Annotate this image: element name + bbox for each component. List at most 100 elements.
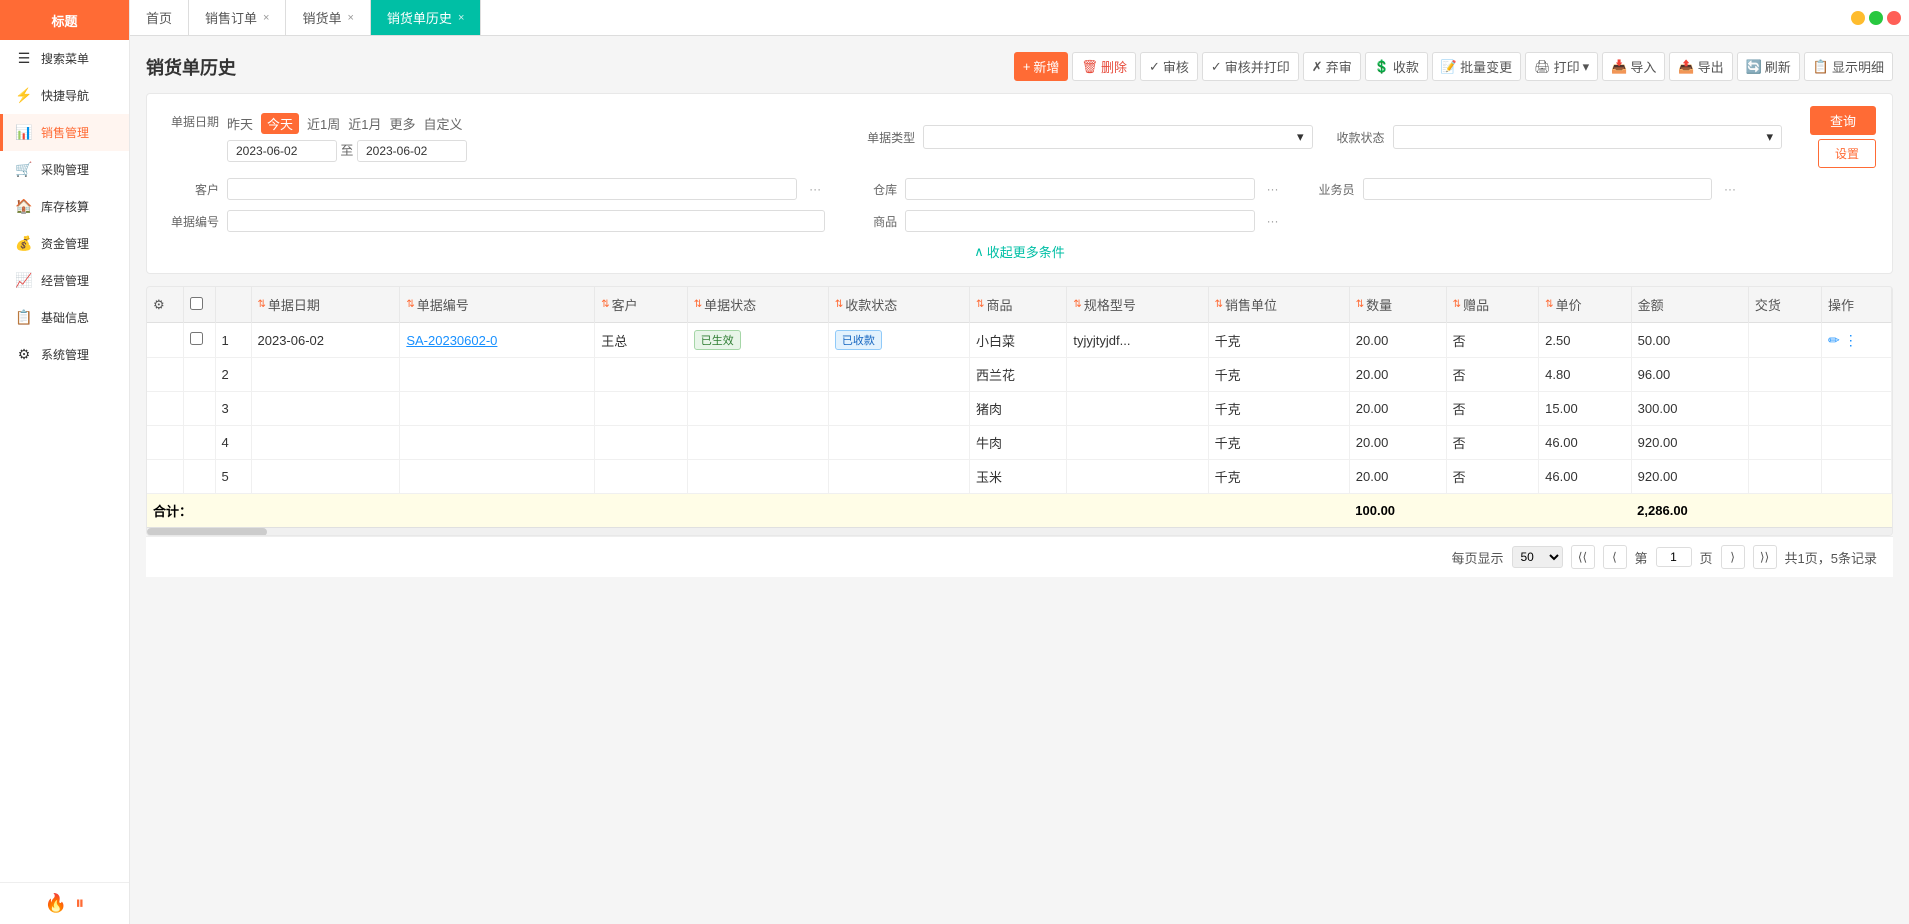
horizontal-scrollbar[interactable] <box>147 527 1892 535</box>
doc-no-input[interactable] <box>227 210 825 232</box>
sidebar-pause-btn[interactable]: ⏸ <box>75 893 84 914</box>
th-payment-status[interactable]: ⇅ 收款状态 <box>828 287 969 323</box>
shortcut-last1month[interactable]: 近1月 <box>348 114 381 133</box>
shortcut-today[interactable]: 今天 <box>261 113 299 134</box>
first-page-btn[interactable]: ⟨⟨ <box>1571 545 1595 569</box>
audit-print-button[interactable]: ✓ 审核并打印 <box>1202 52 1299 81</box>
th-unit-price[interactable]: ⇅ 单价 <box>1539 287 1632 323</box>
th-customer[interactable]: ⇅ 客户 <box>595 287 688 323</box>
per-page-select[interactable]: 50 100 200 <box>1512 546 1563 568</box>
last-page-btn[interactable]: ⟩⟩ <box>1753 545 1777 569</box>
cell-transaction <box>1748 323 1821 358</box>
sidebar-item-inventory[interactable]: 🏠 库存核算 <box>0 188 129 225</box>
sidebar-item-operations[interactable]: 📈 经营管理 <box>0 262 129 299</box>
th-product[interactable]: ⇅ 商品 <box>970 287 1067 323</box>
doc-type-select[interactable]: ▾ <box>923 125 1312 149</box>
tab-sales-delivery-close[interactable]: × <box>347 12 353 24</box>
cell-unit: 千克 <box>1208 460 1349 494</box>
tab-sales-delivery[interactable]: 销货单 × <box>286 0 370 35</box>
sidebar-item-purchase-mgmt[interactable]: 🛒 采购管理 <box>0 151 129 188</box>
product-filter-input[interactable] <box>905 210 1254 232</box>
abandon-button[interactable]: ✗ 弃审 <box>1303 52 1361 81</box>
audit-button[interactable]: ✓ 审核 <box>1140 52 1198 81</box>
collect-button[interactable]: 💲 收款 <box>1365 52 1428 81</box>
shortcut-custom[interactable]: 自定义 <box>424 114 463 133</box>
window-minimize-btn[interactable] <box>1851 11 1865 25</box>
product-ellipsis[interactable]: ··· <box>1263 214 1283 228</box>
sidebar-item-sales-mgmt[interactable]: 📊 销售管理 <box>0 114 129 151</box>
toolbar: 销货单历史 + 新增 🗑 删除 ✓ 审核 ✓ 审核并打印 ✗ 弃审 <box>146 52 1893 81</box>
sidebar-item-finance[interactable]: 💰 资金管理 <box>0 225 129 262</box>
select-all-checkbox[interactable] <box>190 297 203 310</box>
warehouse-ellipsis[interactable]: ··· <box>1263 182 1283 196</box>
add-button[interactable]: + 新增 <box>1014 52 1069 81</box>
th-settings[interactable]: ⚙ <box>147 287 183 323</box>
tab-home[interactable]: 首页 <box>130 0 189 35</box>
next-page-btn[interactable]: ⟩ <box>1721 545 1745 569</box>
sidebar-item-search-menu[interactable]: ☰ 搜索菜单 <box>0 40 129 77</box>
sort-doc-no-icon: ⇅ <box>406 299 414 310</box>
sidebar-item-label: 快捷导航 <box>41 87 89 104</box>
show-detail-button[interactable]: 📋 显示明细 <box>1804 52 1893 81</box>
th-gift[interactable]: ⇅ 赠品 <box>1446 287 1539 323</box>
sidebar-fire-btn[interactable]: 🔥 <box>45 893 67 914</box>
summary-empty <box>251 494 1349 528</box>
refresh-button[interactable]: 🔄 刷新 <box>1737 52 1800 81</box>
th-doc-date[interactable]: ⇅ 单据日期 <box>251 287 400 323</box>
import-button[interactable]: 📥 导入 <box>1602 52 1665 81</box>
cell-unit-price: 15.00 <box>1539 392 1632 426</box>
business-ellipsis[interactable]: ··· <box>1720 182 1740 196</box>
print-dropdown-icon[interactable]: ▾ <box>1583 59 1590 75</box>
print-button[interactable]: 🖨 打印 ▾ <box>1525 52 1598 81</box>
query-button[interactable]: 查询 <box>1810 106 1876 135</box>
tab-sales-history-close[interactable]: × <box>458 12 464 24</box>
customer-input[interactable] <box>227 178 797 200</box>
delete-button[interactable]: 🗑 删除 <box>1072 52 1136 81</box>
table-footer: 合计： 100.00 2,286.00 <box>147 494 1892 528</box>
date-to-input[interactable] <box>357 140 467 162</box>
collapse-button[interactable]: ∧ 收起更多条件 <box>974 242 1065 261</box>
th-unit[interactable]: ⇅ 销售单位 <box>1208 287 1349 323</box>
cell-unit: 千克 <box>1208 426 1349 460</box>
scrollbar-thumb[interactable] <box>147 528 267 536</box>
shortcut-more[interactable]: 更多 <box>390 114 416 133</box>
prev-page-btn[interactable]: ⟨ <box>1603 545 1627 569</box>
settings-button[interactable]: 设置 <box>1818 139 1876 168</box>
cell-product: 猪肉 <box>970 392 1067 426</box>
more-action-btn[interactable]: ⋮ <box>1844 332 1858 348</box>
business-input[interactable] <box>1363 178 1712 200</box>
cell-seq: 5 <box>215 460 251 494</box>
row-checkbox[interactable] <box>190 332 203 345</box>
warehouse-input[interactable] <box>905 178 1254 200</box>
th-doc-no[interactable]: ⇅ 单据编号 <box>400 287 595 323</box>
cell-gift: 否 <box>1446 392 1539 426</box>
tab-sales-order-close[interactable]: × <box>263 12 269 24</box>
window-close-btn[interactable] <box>1887 11 1901 25</box>
sidebar-item-quick-nav[interactable]: ⚡ 快捷导航 <box>0 77 129 114</box>
shortcut-last7[interactable]: 近1周 <box>307 114 340 133</box>
sidebar-item-sys-mgmt[interactable]: ⚙ 系统管理 <box>0 336 129 373</box>
cell-customer <box>595 460 688 494</box>
export-button[interactable]: 📤 导出 <box>1669 52 1732 81</box>
date-from-input[interactable] <box>227 140 337 162</box>
cell-qty: 20.00 <box>1349 358 1446 392</box>
edit-action-btn[interactable]: ✏ <box>1828 332 1840 348</box>
sidebar-item-basic-info[interactable]: 📋 基础信息 <box>0 299 129 336</box>
shortcut-yesterday[interactable]: 昨天 <box>227 114 253 133</box>
th-qty[interactable]: ⇅ 数量 <box>1349 287 1446 323</box>
payment-status-select[interactable]: ▾ <box>1393 125 1782 149</box>
cell-amount: 920.00 <box>1631 460 1748 494</box>
doc-no-link[interactable]: SA-20230602-0 <box>406 333 497 348</box>
window-maximize-btn[interactable] <box>1869 11 1883 25</box>
cell-qty: 20.00 <box>1349 426 1446 460</box>
current-page-input[interactable] <box>1656 547 1692 567</box>
sidebar-item-label: 资金管理 <box>41 235 89 252</box>
customer-ellipsis[interactable]: ··· <box>805 182 825 196</box>
tab-sales-order[interactable]: 销售订单 × <box>189 0 286 35</box>
th-spec[interactable]: ⇅ 规格型号 <box>1067 287 1208 323</box>
settings-gear-icon[interactable]: ⚙ <box>153 297 165 312</box>
summary-empty5 <box>1822 494 1892 528</box>
tab-sales-history[interactable]: 销货单历史 × <box>371 0 481 35</box>
th-doc-status[interactable]: ⇅ 单据状态 <box>687 287 828 323</box>
batch-change-button[interactable]: 📝 批量变更 <box>1432 52 1521 81</box>
